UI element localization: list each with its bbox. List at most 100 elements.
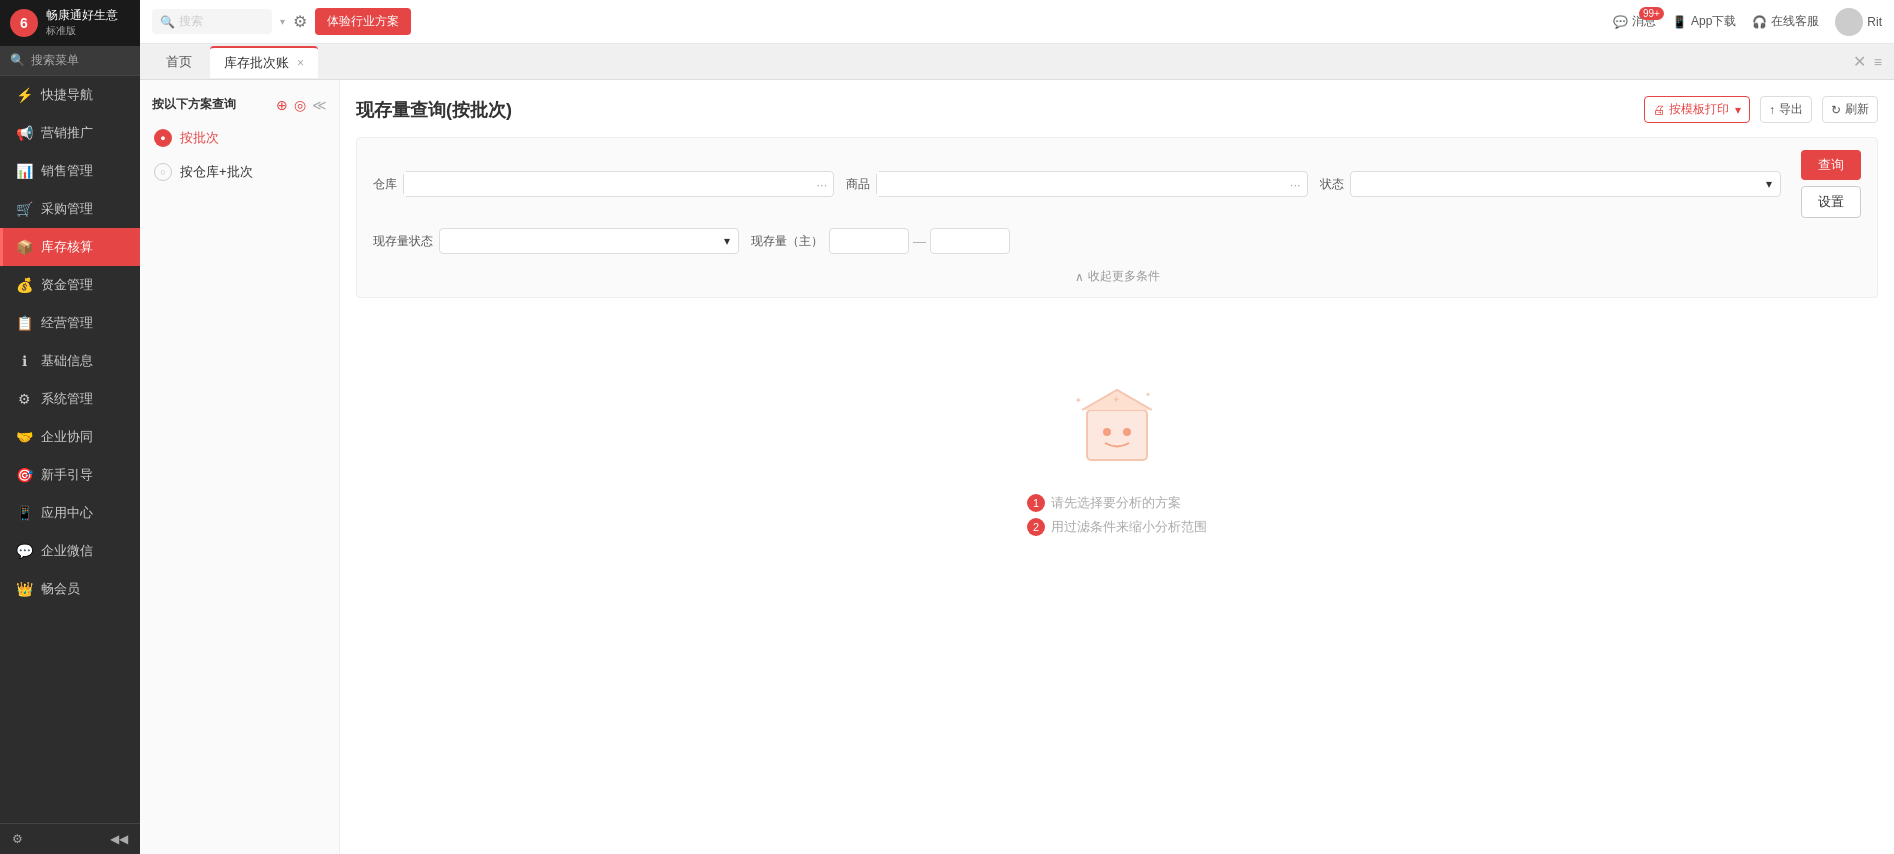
sidebar-footer: ⚙ ◀◀ (0, 823, 140, 854)
sidebar-item-marketing[interactable]: 📢 营销推广 (0, 114, 140, 152)
collapse-left-panel-btn[interactable]: ≪ (312, 97, 327, 113)
export-btn[interactable]: ↑ 导出 (1760, 96, 1812, 123)
topbar-search-box[interactable]: 🔍 搜索 (152, 9, 272, 34)
query-btn[interactable]: 查询 (1801, 150, 1861, 180)
online-service-icon: 🎧 (1752, 15, 1767, 29)
sidebar-item-app-center[interactable]: 📱 应用中心 (0, 494, 140, 532)
product-input[interactable] (877, 172, 1283, 196)
sidebar-item-wechat[interactable]: 💬 企业微信 (0, 532, 140, 570)
empty-hint-1: 1 请先选择要分析的方案 (1027, 494, 1207, 512)
stock-status-select[interactable]: ▾ (439, 228, 739, 254)
empty-svg: ✦ ✦ ✦ (1067, 375, 1167, 465)
by-warehouse-batch-icon: ○ (154, 163, 172, 181)
product-label: 商品 (846, 176, 870, 193)
refresh-btn[interactable]: ↻ 刷新 (1822, 96, 1878, 123)
print-icon: 🖨 (1653, 103, 1665, 117)
print-btn[interactable]: 🖨 按模板打印 ▾ (1644, 96, 1750, 123)
sidebar-item-basic-info[interactable]: ℹ 基础信息 (0, 342, 140, 380)
sidebar-search[interactable]: 🔍 搜索菜单 (0, 46, 140, 76)
empty-state: ✦ ✦ ✦ 1 请先选择要分析的方案 (356, 310, 1878, 602)
add-scheme-btn[interactable]: ⊕ (276, 97, 288, 113)
experience-btn[interactable]: 体验行业方案 (315, 8, 411, 35)
messages-icon: 💬 (1613, 15, 1628, 29)
filter-product: 商品 ··· (846, 171, 1307, 197)
messages-btn[interactable]: 💬 消息 99+ (1613, 13, 1656, 30)
warehouse-input[interactable] (404, 172, 810, 196)
topbar-right: 💬 消息 99+ 📱 App下载 🎧 在线客服 Rit (1613, 8, 1882, 36)
app-logo: 6 (10, 9, 38, 37)
sidebar-item-operations[interactable]: 📋 经营管理 (0, 304, 140, 342)
svg-text:✦: ✦ (1112, 394, 1120, 405)
filter-row-2: 现存量状态 ▾ 现存量（主） — (373, 228, 1861, 254)
stock-qty-to[interactable] (930, 228, 1010, 254)
user-profile-btn[interactable]: Rit (1835, 8, 1882, 36)
export-icon: ↑ (1769, 103, 1775, 117)
purchase-icon: 🛒 (15, 200, 33, 218)
warehouse-input-wrapper: ··· (403, 171, 834, 197)
panel-item-by-warehouse-batch[interactable]: ○ 按仓库+批次 (140, 155, 339, 189)
online-service-btn[interactable]: 🎧 在线客服 (1752, 13, 1819, 30)
empty-hint-2: 2 用过滤条件来缩小分析范围 (1027, 518, 1207, 536)
app-version: 标准版 (46, 24, 118, 38)
empty-illustration: ✦ ✦ ✦ (1057, 370, 1177, 470)
sidebar-item-members[interactable]: 👑 畅会员 (0, 570, 140, 608)
app-center-icon: 📱 (15, 504, 33, 522)
scheme-settings-btn[interactable]: ◎ (294, 97, 306, 113)
filter-row-1: 仓库 ··· 商品 ··· 状态 (373, 150, 1861, 218)
members-icon: 👑 (15, 580, 33, 598)
topbar-gear-icon[interactable]: ⚙ (293, 12, 307, 31)
right-content: 现存量查询(按批次) 🖨 按模板打印 ▾ ↑ 导出 ↻ 刷新 (340, 80, 1894, 854)
warehouse-more-icon[interactable]: ··· (810, 177, 833, 192)
close-panel-btn2[interactable]: ≡ (1874, 54, 1882, 70)
svg-text:✦: ✦ (1075, 396, 1082, 405)
by-batch-icon: ● (154, 129, 172, 147)
page-content: 按以下方案查询 ⊕ ◎ ≪ ● 按批次 ○ 按仓库+批次 现存量查询(按批次) (140, 80, 1894, 854)
operations-icon: 📋 (15, 314, 33, 332)
marketing-icon: 📢 (15, 124, 33, 142)
tab-inventory-batch[interactable]: 库存批次账 × (210, 46, 318, 78)
sidebar-item-enterprise[interactable]: 🤝 企业协同 (0, 418, 140, 456)
stock-qty-range: — (829, 228, 1010, 254)
close-panel-btn[interactable]: ✕ (1853, 52, 1866, 71)
product-more-icon[interactable]: ··· (1284, 177, 1307, 192)
filter-warehouse: 仓库 ··· (373, 171, 834, 197)
sidebar-nav: ⚡ 快捷导航 📢 营销推广 📊 销售管理 🛒 采购管理 📦 库存核算 💰 资金管… (0, 76, 140, 823)
left-panel-title: 按以下方案查询 (152, 96, 236, 113)
status-label: 状态 (1320, 176, 1344, 193)
enterprise-icon: 🤝 (15, 428, 33, 446)
sidebar-item-finance[interactable]: 💰 资金管理 (0, 266, 140, 304)
sidebar-item-quick-nav[interactable]: ⚡ 快捷导航 (0, 76, 140, 114)
sidebar-item-purchase[interactable]: 🛒 采购管理 (0, 190, 140, 228)
settings-btn[interactable]: 设置 (1801, 186, 1861, 218)
wechat-icon: 💬 (15, 542, 33, 560)
refresh-icon: ↻ (1831, 103, 1841, 117)
print-dropdown-arrow: ▾ (1735, 103, 1741, 117)
topbar-dropdown-arrow[interactable]: ▾ (280, 16, 285, 27)
inventory-icon: 📦 (15, 238, 33, 256)
app-download-btn[interactable]: 📱 App下载 (1672, 13, 1736, 30)
topbar-search-icon: 🔍 (160, 15, 175, 29)
filter-stock-qty: 现存量（主） — (751, 228, 1117, 254)
sidebar-item-sales[interactable]: 📊 销售管理 (0, 152, 140, 190)
sidebar-item-newbie[interactable]: 🎯 新手引导 (0, 456, 140, 494)
panel-item-by-batch[interactable]: ● 按批次 (140, 121, 339, 155)
status-select[interactable]: ▾ (1350, 171, 1781, 197)
finance-icon: 💰 (15, 276, 33, 294)
sidebar: 6 畅康通好生意 标准版 🔍 搜索菜单 ⚡ 快捷导航 📢 营销推广 📊 销售管理… (0, 0, 140, 854)
sidebar-item-system[interactable]: ⚙ 系统管理 (0, 380, 140, 418)
stock-qty-from[interactable] (829, 228, 909, 254)
page-title-row: 现存量查询(按批次) 🖨 按模板打印 ▾ ↑ 导出 ↻ 刷新 (356, 96, 1878, 123)
quick-nav-icon: ⚡ (15, 86, 33, 104)
topbar: 🔍 搜索 ▾ ⚙ 体验行业方案 💬 消息 99+ 📱 App下载 🎧 在线客服 … (140, 0, 1894, 44)
left-panel: 按以下方案查询 ⊕ ◎ ≪ ● 按批次 ○ 按仓库+批次 (140, 80, 340, 854)
settings-footer-btn[interactable]: ⚙ (12, 832, 23, 846)
collapse-filter-btn[interactable]: ∧ 收起更多条件 (373, 264, 1861, 289)
tab-close-btn[interactable]: × (297, 56, 304, 70)
hint-2-text: 用过滤条件来缩小分析范围 (1051, 518, 1207, 536)
avatar (1835, 8, 1863, 36)
stock-status-label: 现存量状态 (373, 233, 433, 250)
tab-home[interactable]: 首页 (152, 47, 206, 77)
system-icon: ⚙ (15, 390, 33, 408)
sidebar-item-inventory[interactable]: 📦 库存核算 (0, 228, 140, 266)
collapse-sidebar-btn[interactable]: ◀◀ (110, 832, 128, 846)
